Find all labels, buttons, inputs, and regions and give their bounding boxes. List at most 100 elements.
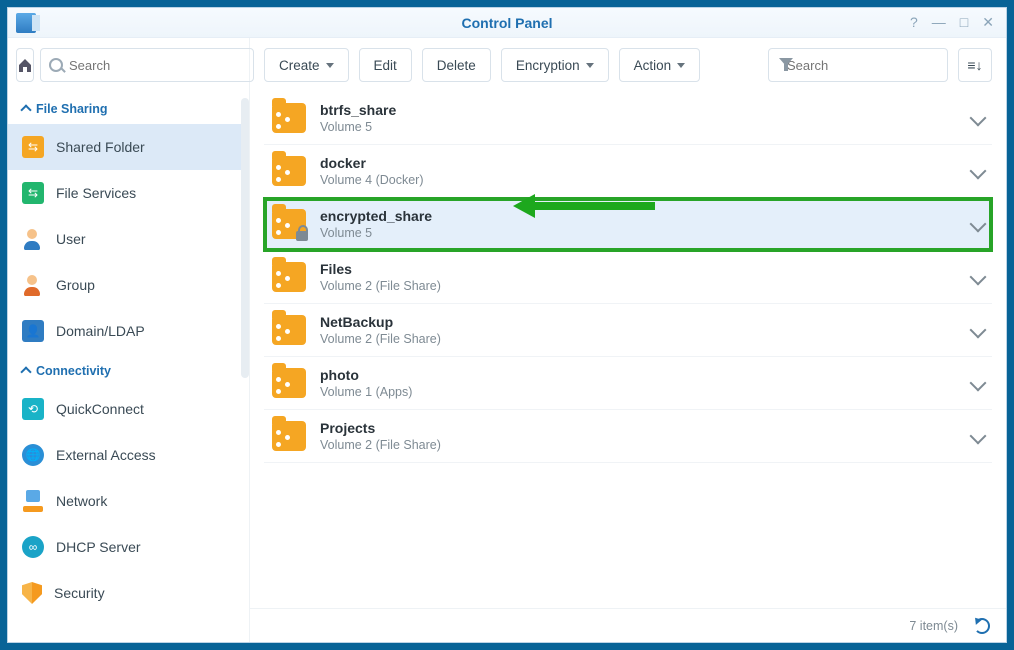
help-icon[interactable]: ? [910,14,918,31]
folder-meta: docker Volume 4 (Docker) [320,155,424,187]
sidebar-item-network[interactable]: Network [8,478,249,524]
folder-meta: btrfs_shareVolume 5 [320,102,396,134]
folder-icon [272,209,306,239]
sidebar-search[interactable] [40,48,254,82]
file-services-icon: ⇆ [22,182,44,204]
folder-subtitle: Volume 1 (Apps) [320,385,412,399]
folder-name: Projects [320,420,441,436]
close-icon[interactable]: ✕ [982,14,994,31]
sidebar-item-label: Shared Folder [56,139,145,155]
sidebar: File Sharing ⇆ Shared Folder ⇆ File Serv… [8,38,250,642]
folder-row[interactable]: Projects Volume 2 (File Share) [264,410,992,463]
sidebar-item-label: Group [56,277,95,293]
sort-button[interactable]: ≡↓ [958,48,992,82]
sidebar-item-external-access[interactable]: 🌐 External Access [8,432,249,478]
folder-meta: photo Volume 1 (Apps) [320,367,412,399]
sidebar-item-label: Network [56,493,107,509]
chevron-down-icon[interactable] [970,110,987,127]
folder-subtitle: Volume 4 (Docker) [320,173,424,187]
folder-meta: encrypted_share Volume 5 [320,208,432,240]
sidebar-item-label: QuickConnect [56,401,144,417]
folder-row[interactable]: photo Volume 1 (Apps) [264,357,992,410]
folder-name: Files [320,261,441,277]
home-icon [17,57,33,73]
folder-list: btrfs_shareVolume 5dockerVolume 4 (Docke… [250,92,1006,608]
button-label: Create [279,58,320,73]
section-connectivity[interactable]: Connectivity [8,354,249,386]
folder-icon [272,103,306,133]
folder-row[interactable]: NetBackup Volume 2 (File Share) [264,304,992,357]
folder-icon [272,156,306,186]
chevron-down-icon[interactable] [970,322,987,339]
sidebar-item-domain-ldap[interactable]: 👤 Domain/LDAP [8,308,249,354]
folder-row[interactable]: docker Volume 4 (Docker) [264,145,992,198]
folder-meta: NetBackup Volume 2 (File Share) [320,314,441,346]
minimize-icon[interactable]: — [932,14,946,31]
sidebar-item-user[interactable]: User [8,216,249,262]
folder-icon [272,315,306,345]
folder-icon [272,421,306,451]
chevron-down-icon[interactable] [970,428,987,445]
delete-button[interactable]: Delete [422,48,491,82]
home-button[interactable] [16,48,34,82]
item-count: 7 item(s) [909,619,958,633]
sidebar-item-quickconnect[interactable]: ⟲ QuickConnect [8,386,249,432]
toolbar: Create Edit Delete Encryption Action ≡↓ [250,38,1006,92]
filter-input[interactable] [787,58,963,73]
quickconnect-icon: ⟲ [22,398,44,420]
maximize-icon[interactable]: □ [960,14,968,31]
app-icon [16,13,36,33]
reload-button[interactable] [974,618,990,634]
filter-search[interactable] [768,48,948,82]
sidebar-item-label: File Services [56,185,136,201]
network-icon [22,490,44,512]
folder-subtitle: Volume 5 [320,226,432,240]
sidebar-item-dhcp-server[interactable]: ∞ DHCP Server [8,524,249,570]
shared-folder-icon: ⇆ [22,136,44,158]
sidebar-item-file-services[interactable]: ⇆ File Services [8,170,249,216]
chevron-down-icon[interactable] [970,375,987,392]
edit-button[interactable]: Edit [359,48,412,82]
status-bar: 7 item(s) [250,608,1006,642]
folder-subtitle: Volume 2 (File Share) [320,438,441,452]
folder-row[interactable]: Files Volume 2 (File Share) [264,251,992,304]
action-button[interactable]: Action [619,48,701,82]
caret-down-icon [586,63,594,68]
sidebar-item-shared-folder[interactable]: ⇆ Shared Folder [8,124,249,170]
create-button[interactable]: Create [264,48,349,82]
sidebar-scrollbar[interactable] [241,98,249,378]
lock-icon [296,231,308,241]
caret-down-icon [677,63,685,68]
search-icon [49,58,63,72]
user-icon [22,228,44,250]
caret-down-icon [326,63,334,68]
sidebar-search-input[interactable] [69,58,245,73]
folder-subtitle: Volume 2 (File Share) [320,279,441,293]
button-label: Delete [437,58,476,73]
folder-name: NetBackup [320,314,441,330]
chevron-down-icon[interactable] [970,163,987,180]
encryption-button[interactable]: Encryption [501,48,609,82]
folder-name: encrypted_share [320,208,432,224]
folder-name: docker [320,155,424,171]
section-label: File Sharing [36,102,108,116]
chevron-up-icon [20,366,31,377]
folder-icon [272,368,306,398]
folder-row[interactable]: encrypted_share Volume 5 [264,198,992,251]
chevron-up-icon [20,104,31,115]
domain-ldap-icon: 👤 [22,320,44,342]
section-label: Connectivity [36,364,111,378]
folder-name: photo [320,367,412,383]
sidebar-item-group[interactable]: Group [8,262,249,308]
section-file-sharing[interactable]: File Sharing [8,92,249,124]
window-title: Control Panel [461,15,552,31]
sidebar-item-security[interactable]: Security [8,570,249,616]
folder-name: btrfs_share [320,102,396,118]
folder-row[interactable]: btrfs_shareVolume 5 [264,92,992,145]
folder-meta: Files Volume 2 (File Share) [320,261,441,293]
chevron-down-icon[interactable] [970,216,987,233]
chevron-down-icon[interactable] [970,269,987,286]
folder-subtitle: Volume 2 (File Share) [320,332,441,346]
folder-meta: Projects Volume 2 (File Share) [320,420,441,452]
button-label: Edit [374,58,397,73]
